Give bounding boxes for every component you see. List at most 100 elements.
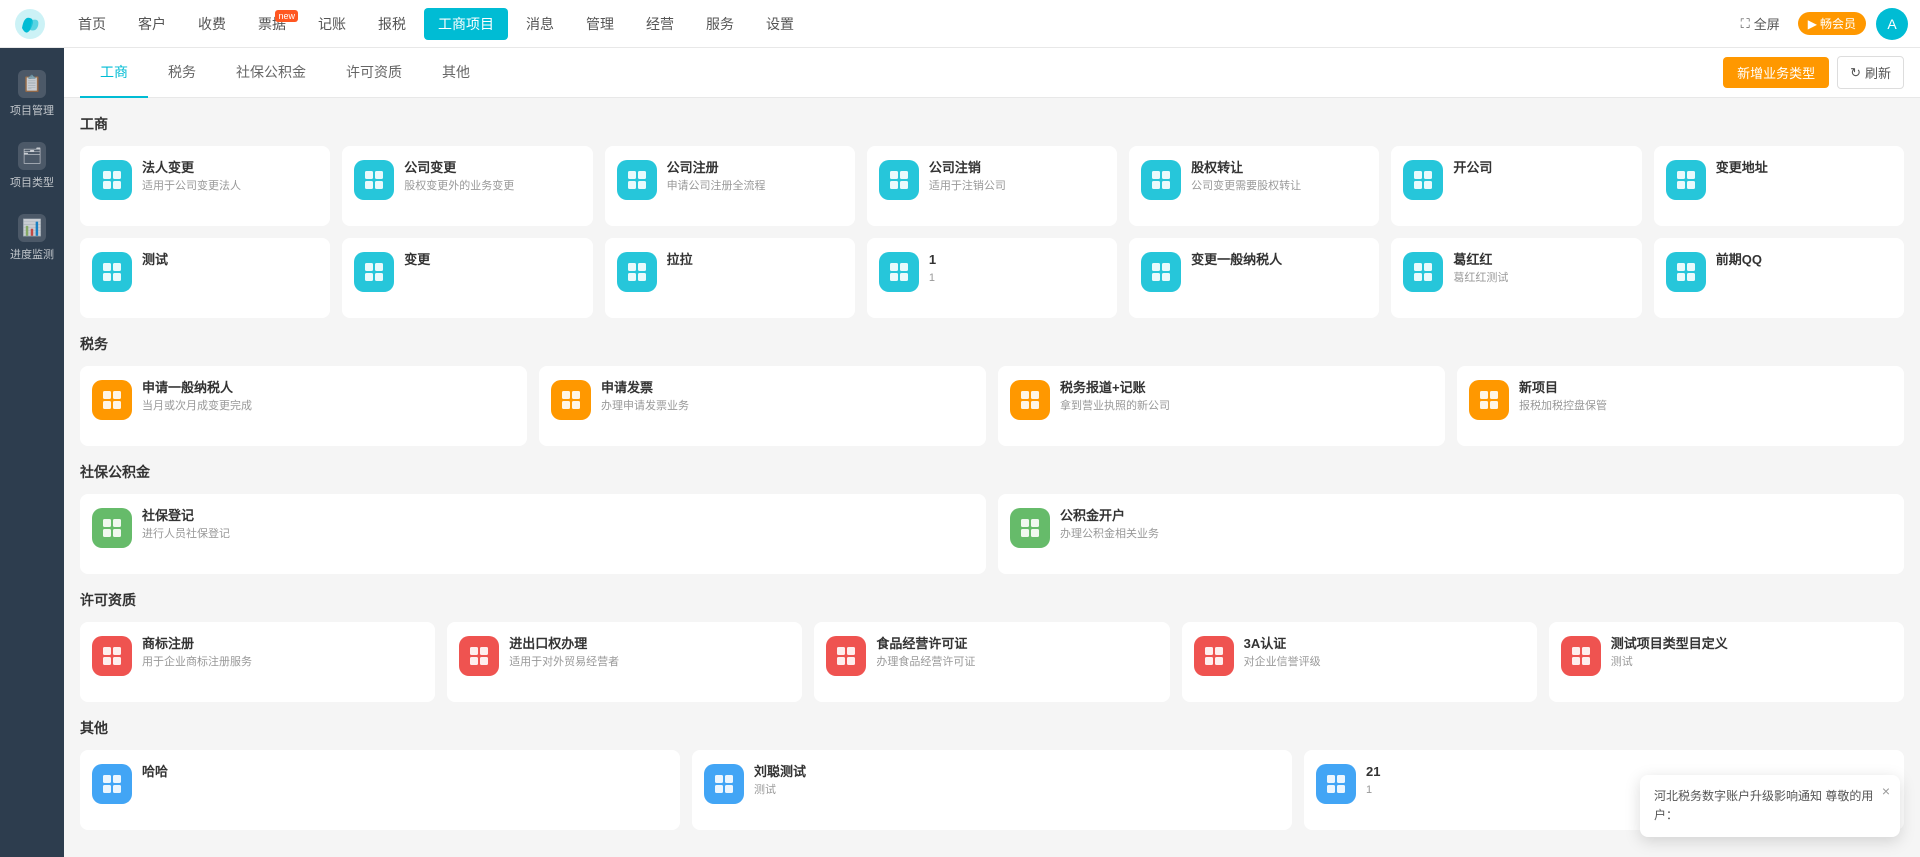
card-desc: 测试 [754,783,1280,798]
tab-税务[interactable]: 税务 [148,48,216,98]
service-card-葛红红[interactable]: 葛红红 葛红红测试 [1391,238,1641,318]
service-card-拉拉[interactable]: 拉拉 [605,238,855,318]
service-card-变更一般纳税人[interactable]: 变更一般纳税人 [1129,238,1379,318]
service-card-1[interactable]: 1 1 [867,238,1117,318]
service-card-新项目[interactable]: 新项目 报税加税控盘保管 [1457,366,1904,446]
service-card-前期QQ[interactable]: 前期QQ [1654,238,1904,318]
service-card-公司变更[interactable]: 公司变更 股权变更外的业务变更 [342,146,592,226]
sidebar-item-项目管理[interactable]: 📋 项目管理 [4,62,60,126]
nav-item-收费[interactable]: 收费 [184,8,240,40]
user-avatar[interactable]: A [1876,8,1908,40]
card-name: 测试项目类型目定义 [1611,636,1892,653]
service-card-申请发票[interactable]: 申请发票 办理申请发票业务 [539,366,986,446]
nav-item-报税[interactable]: 报税 [364,8,420,40]
card-top: 测试 [92,252,318,292]
card-text: 法人变更 适用于公司变更法人 [142,160,318,194]
notification-box: × 河北税务数字账户升级影响通知 尊敬的用户： [1640,775,1900,837]
card-top: 申请一般纳税人 当月或次月成变更完成 [92,380,515,420]
nav-item-工商项目[interactable]: 工商项目 [424,8,508,40]
tab-actions: 新增业务类型 ↻ 刷新 [1723,56,1904,89]
service-card-公司注销[interactable]: 公司注销 适用于注销公司 [867,146,1117,226]
card-text: 变更地址 [1716,160,1892,177]
member-button[interactable]: ▶ 畅会员 [1798,12,1866,35]
sidebar-item-项目类型[interactable]: 🗂 项目类型 [4,134,60,198]
card-top: 哈哈 [92,764,668,804]
nav-item-客户[interactable]: 客户 [124,8,180,40]
card-text: 1 1 [929,252,1105,286]
tab-许可资质[interactable]: 许可资质 [326,48,422,98]
fullscreen-btn[interactable]: ⛶ 全屏 [1733,10,1788,37]
nav-item-管理[interactable]: 管理 [572,8,628,40]
section-shebao: 社保公积金 社保登记 进行人员社保登记 [80,462,1904,574]
card-name: 变更一般纳税人 [1191,252,1367,269]
card-text: 刘聪测试 测试 [754,764,1280,798]
card-text: 哈哈 [142,764,668,781]
card-desc: 拿到营业执照的新公司 [1060,399,1433,414]
service-card-刘聪测试[interactable]: 刘聪测试 测试 [692,750,1292,830]
service-card-公司注册[interactable]: 公司注册 申请公司注册全流程 [605,146,855,226]
service-card-3A认证[interactable]: 3A认证 对企业信誉评级 [1182,622,1537,702]
top-nav: 首页客户收费票据new记账报税工商项目消息管理经营服务设置 ⛶ 全屏 ▶ 畅会员… [0,0,1920,48]
service-card-公积金开户[interactable]: 公积金开户 办理公积金相关业务 [998,494,1904,574]
card-icon [1469,380,1509,420]
card-top: 前期QQ [1666,252,1892,292]
service-card-税务报道+记账[interactable]: 税务报道+记账 拿到营业执照的新公司 [998,366,1445,446]
nav-item-经营[interactable]: 经营 [632,8,688,40]
tab-工商[interactable]: 工商 [80,48,148,98]
service-card-法人变更[interactable]: 法人变更 适用于公司变更法人 [80,146,330,226]
service-card-测试项目类型目定义[interactable]: 测试项目类型目定义 测试 [1549,622,1904,702]
card-desc: 测试 [1611,655,1892,670]
card-top: 食品经营许可证 办理食品经营许可证 [826,636,1157,676]
sidebar-item-label: 进度监测 [10,246,54,262]
service-card-开公司[interactable]: 开公司 [1391,146,1641,226]
card-name: 开公司 [1453,160,1629,177]
service-card-变更[interactable]: 变更 [342,238,592,318]
service-card-申请一般纳税人[interactable]: 申请一般纳税人 当月或次月成变更完成 [80,366,527,446]
card-text: 开公司 [1453,160,1629,177]
card-icon [1010,380,1050,420]
card-top: 公司注册 申请公司注册全流程 [617,160,843,200]
service-card-商标注册[interactable]: 商标注册 用于企业商标注册服务 [80,622,435,702]
card-name: 前期QQ [1716,252,1892,269]
card-name: 1 [929,252,1105,269]
service-card-变更地址[interactable]: 变更地址 [1654,146,1904,226]
service-card-食品经营许可证[interactable]: 食品经营许可证 办理食品经营许可证 [814,622,1169,702]
service-card-社保登记[interactable]: 社保登记 进行人员社保登记 [80,494,986,574]
notification-close-button[interactable]: × [1882,783,1890,799]
nav-items: 首页客户收费票据new记账报税工商项目消息管理经营服务设置 [64,8,1733,40]
service-card-进出口权办理[interactable]: 进出口权办理 适用于对外贸易经营者 [447,622,802,702]
nav-item-服务[interactable]: 服务 [692,8,748,40]
sidebar-item-进度监测[interactable]: 📊 进度监测 [4,206,60,270]
tab-社保公积金[interactable]: 社保公积金 [216,48,326,98]
fullscreen-label: 全屏 [1754,14,1780,33]
card-text: 公积金开户 办理公积金相关业务 [1060,508,1892,542]
section-shuiwu: 税务 申请一般纳税人 当月或次月成变更完成 [80,334,1904,446]
card-text: 申请发票 办理申请发票业务 [601,380,974,414]
card-text: 社保登记 进行人员社保登记 [142,508,974,542]
refresh-button[interactable]: ↻ 刷新 [1837,56,1904,89]
card-icon [826,636,866,676]
service-card-股权转让[interactable]: 股权转让 公司变更需要股权转让 [1129,146,1379,226]
card-text: 商标注册 用于企业商标注册服务 [142,636,423,670]
card-top: 社保登记 进行人员社保登记 [92,508,974,548]
card-top: 公司变更 股权变更外的业务变更 [354,160,580,200]
app-logo[interactable] [12,6,48,42]
sidebar: 📋 项目管理 🗂 项目类型 📊 进度监测 [0,48,64,857]
card-name: 公司注销 [929,160,1105,177]
section-title-xuke: 许可资质 [80,590,1904,610]
sidebar-item-label: 项目管理 [10,102,54,118]
card-name: 3A认证 [1244,636,1525,653]
tab-其他[interactable]: 其他 [422,48,490,98]
card-text: 公司注册 申请公司注册全流程 [667,160,843,194]
sidebar-icon: 📋 [18,70,46,98]
nav-item-设置[interactable]: 设置 [752,8,808,40]
nav-item-票据[interactable]: 票据new [244,8,300,40]
nav-item-记账[interactable]: 记账 [304,8,360,40]
add-type-button[interactable]: 新增业务类型 [1723,57,1829,88]
service-card-哈哈[interactable]: 哈哈 [80,750,680,830]
sidebar-item-label: 项目类型 [10,174,54,190]
nav-item-首页[interactable]: 首页 [64,8,120,40]
card-name: 进出口权办理 [509,636,790,653]
nav-item-消息[interactable]: 消息 [512,8,568,40]
service-card-测试[interactable]: 测试 [80,238,330,318]
